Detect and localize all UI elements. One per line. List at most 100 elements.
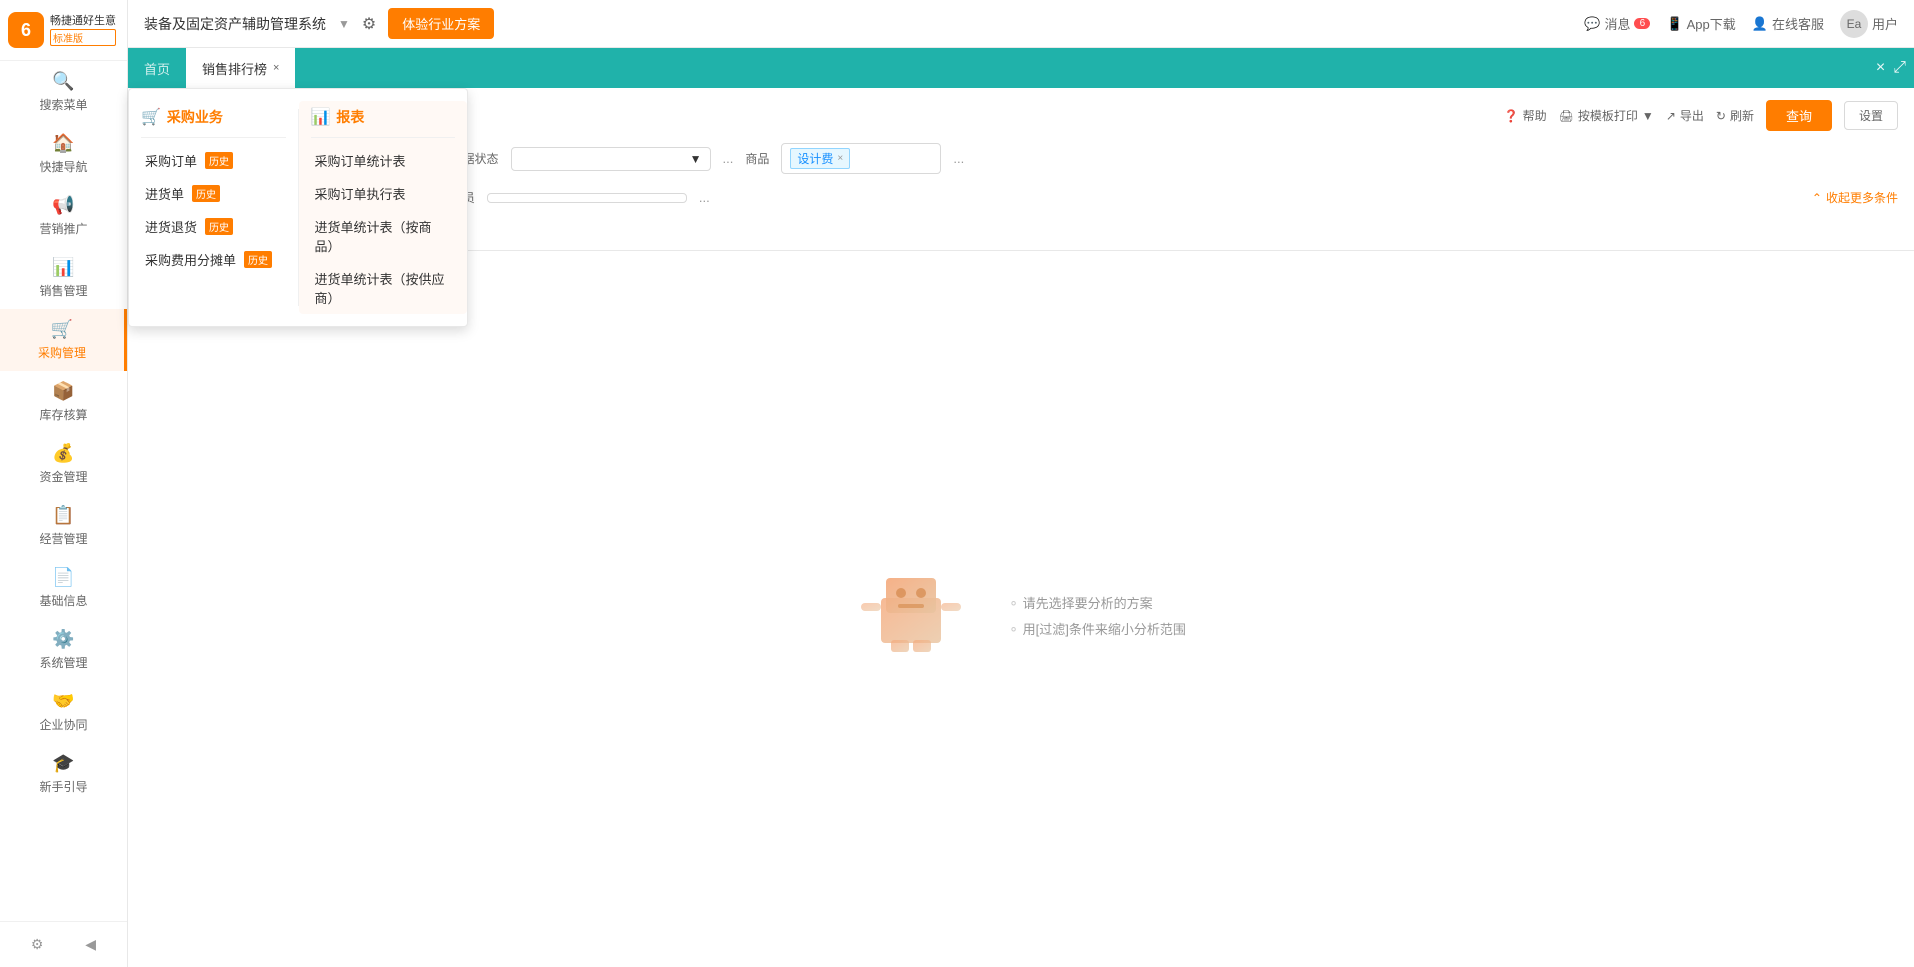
- sidebar-item-search[interactable]: 🔍 搜索菜单: [0, 61, 127, 123]
- report-item-2-label: 进货单统计表（按商品）: [315, 217, 452, 255]
- sidebar-item-operations[interactable]: 📋 经营管理: [0, 495, 127, 557]
- sidebar-item-basic-info[interactable]: 📄 基础信息: [0, 557, 127, 619]
- report-item-0-label: 采购订单统计表: [315, 151, 406, 170]
- sidebar-item-label: 资金管理: [39, 468, 87, 485]
- help-btn[interactable]: ❓ 帮助: [1504, 107, 1547, 124]
- message-badge: 6: [1634, 18, 1650, 29]
- goods-input[interactable]: 设计费 ×: [781, 143, 941, 174]
- dropdown-item-purchase-inbound[interactable]: 进货单 历史: [141, 177, 286, 210]
- dropdown-item-report-3[interactable]: 进货单统计表（按供应商）: [311, 262, 456, 314]
- sidebar-item-system[interactable]: ⚙️ 系统管理: [0, 619, 127, 681]
- sidebar-item-inventory[interactable]: 📦 库存核算: [0, 371, 127, 433]
- report-item-1-label: 采购订单执行表: [315, 184, 406, 203]
- purchase-inbound-label: 进货单: [145, 184, 184, 203]
- message-label: 消息: [1604, 14, 1630, 33]
- sidebar-item-label: 销售管理: [39, 282, 87, 299]
- print-dropdown-icon: ▼: [1642, 109, 1654, 123]
- sidebar-item-quick-nav[interactable]: 🏠 快捷导航: [0, 123, 127, 185]
- sidebar-item-sales[interactable]: 📊 销售管理: [0, 247, 127, 309]
- app-download-btn[interactable]: 📱 App下载: [1666, 14, 1735, 33]
- print-btn[interactable]: 🖨 按模板打印 ▼: [1559, 107, 1654, 124]
- sidebar-item-purchase[interactable]: 🛒 采购管理: [0, 309, 127, 371]
- tab-close-window-btn[interactable]: ×: [1876, 59, 1885, 77]
- dropdown-item-purchase-return[interactable]: 进货退货 历史: [141, 210, 286, 243]
- online-service-label: 在线客服: [1772, 14, 1824, 33]
- purchase-col-icon: 🛒: [141, 107, 161, 127]
- purchase-return-label: 进货退货: [145, 217, 197, 236]
- header-dropdown-icon[interactable]: ▼: [338, 17, 350, 31]
- online-service-btn[interactable]: 👤 在线客服: [1752, 14, 1824, 33]
- logo-tag: 标准版: [50, 29, 116, 46]
- doc-status-input[interactable]: ▼: [511, 147, 711, 171]
- gear-icon: ⚙️: [52, 629, 74, 650]
- logo-text: 畅捷通好生意: [50, 14, 116, 29]
- salesperson-dots[interactable]: ...: [699, 190, 710, 205]
- dropdown-item-purchase-expense[interactable]: 采购费用分摊单 历史: [141, 243, 286, 276]
- hist-badge-3: 历史: [244, 251, 272, 268]
- handshake-icon: 🤝: [52, 691, 74, 712]
- dropdown-purchase-col: 🛒 采购业务 采购订单 历史 进货单 历史 进货退货 历史 采购费用分摊单 历史: [129, 101, 298, 314]
- sidebar-settings-btn[interactable]: ⚙: [27, 932, 48, 957]
- box-icon: 📦: [52, 381, 74, 402]
- collapse-btn[interactable]: ⌃ 收起更多条件: [1812, 189, 1898, 206]
- empty-tip-2: 用[过滤]条件来缩小分析范围: [1008, 617, 1186, 643]
- graduate-icon: 🎓: [52, 753, 74, 774]
- doc-status-dots[interactable]: ...: [723, 151, 734, 166]
- goods-tag-close[interactable]: ×: [837, 153, 843, 164]
- message-icon: 💬: [1584, 16, 1600, 32]
- sidebar-item-finance[interactable]: 💰 资金管理: [0, 433, 127, 495]
- logo-icon: 6: [8, 12, 44, 48]
- sidebar-item-label: 采购管理: [38, 344, 86, 361]
- purchase-expense-label: 采购费用分摊单: [145, 250, 236, 269]
- refresh-icon: ↻: [1716, 109, 1726, 123]
- hist-badge-1: 历史: [192, 185, 220, 202]
- report-col-icon: 📊: [311, 107, 331, 127]
- message-btn[interactable]: 💬 消息 6: [1584, 14, 1650, 33]
- user-area[interactable]: Ea 用户: [1840, 10, 1898, 38]
- filter-toolbar: ❓ 帮助 🖨 按模板打印 ▼ ↗ 导出 ↻ 刷新: [1504, 100, 1898, 131]
- tab-bar: 首页 销售排行榜 × × ⤢: [128, 48, 1914, 88]
- sidebar-item-newbie[interactable]: 🎓 新手引导: [0, 743, 127, 805]
- sidebar-item-label: 基础信息: [39, 592, 87, 609]
- dropdown-item-purchase-order[interactable]: 采购订单 历史: [141, 144, 286, 177]
- dropdown-item-report-0[interactable]: 采购订单统计表: [311, 144, 456, 177]
- tab-home[interactable]: 首页: [128, 48, 186, 88]
- goods-dots[interactable]: ...: [953, 151, 964, 166]
- dropdown-item-report-1[interactable]: 采购订单执行表: [311, 177, 456, 210]
- refresh-btn[interactable]: ↻ 刷新: [1716, 107, 1754, 124]
- empty-text: 请先选择要分析的方案 用[过滤]条件来缩小分析范围: [1008, 591, 1186, 643]
- sidebar-item-label: 系统管理: [39, 654, 87, 671]
- megaphone-icon: 📢: [52, 195, 74, 216]
- salesperson-input[interactable]: [487, 193, 687, 203]
- sidebar-item-label: 库存核算: [39, 406, 87, 423]
- service-icon: 👤: [1752, 16, 1768, 32]
- tab-bar-right: × ⤢: [1876, 59, 1914, 77]
- purchase-dropdown-menu: 🛒 采购业务 采购订单 历史 进货单 历史 进货退货 历史 采购费用分摊单 历史…: [128, 88, 468, 327]
- export-btn[interactable]: ↗ 导出: [1666, 107, 1704, 124]
- sidebar-collapse-btn[interactable]: ◀: [81, 932, 100, 957]
- sidebar-item-marketing[interactable]: 📢 营销推广: [0, 185, 127, 247]
- tab-maximize-btn[interactable]: ⤢: [1893, 59, 1906, 77]
- tab-close-icon[interactable]: ×: [273, 62, 279, 74]
- sidebar-item-label: 经营管理: [39, 530, 87, 547]
- report-title-label: 报表: [336, 107, 364, 127]
- sidebar-item-enterprise[interactable]: 🤝 企业协同: [0, 681, 127, 743]
- collapse-label: 收起更多条件: [1826, 189, 1898, 206]
- query-button[interactable]: 查询: [1766, 100, 1832, 131]
- settings-button[interactable]: 设置: [1844, 101, 1898, 130]
- goods-label: 商品: [745, 150, 769, 167]
- doc-status-dropdown: ▼: [690, 152, 702, 166]
- industry-button[interactable]: 体验行业方案: [388, 8, 494, 39]
- empty-svg: [856, 558, 976, 658]
- sidebar-nav: 🔍 搜索菜单 🏠 快捷导航 📢 营销推广 📊 销售管理 🛒 采购管理 📦 库存核…: [0, 61, 127, 921]
- top-header: 装备及固定资产辅助管理系统 ▼ ⚙ 体验行业方案 💬 消息 6 📱 App下载 …: [128, 0, 1914, 48]
- empty-content: 请先选择要分析的方案 用[过滤]条件来缩小分析范围: [856, 558, 1186, 661]
- tab-sales-ranking[interactable]: 销售排行榜 ×: [186, 48, 295, 88]
- tab-home-label: 首页: [144, 59, 170, 78]
- header-gear-icon[interactable]: ⚙: [362, 14, 376, 34]
- sidebar-item-label: 快捷导航: [39, 158, 87, 175]
- search-icon: 🔍: [52, 71, 74, 92]
- dropdown-item-report-2[interactable]: 进货单统计表（按商品）: [311, 210, 456, 262]
- sidebar-bottom: ⚙ ◀: [0, 921, 127, 967]
- user-avatar: Ea: [1840, 10, 1868, 38]
